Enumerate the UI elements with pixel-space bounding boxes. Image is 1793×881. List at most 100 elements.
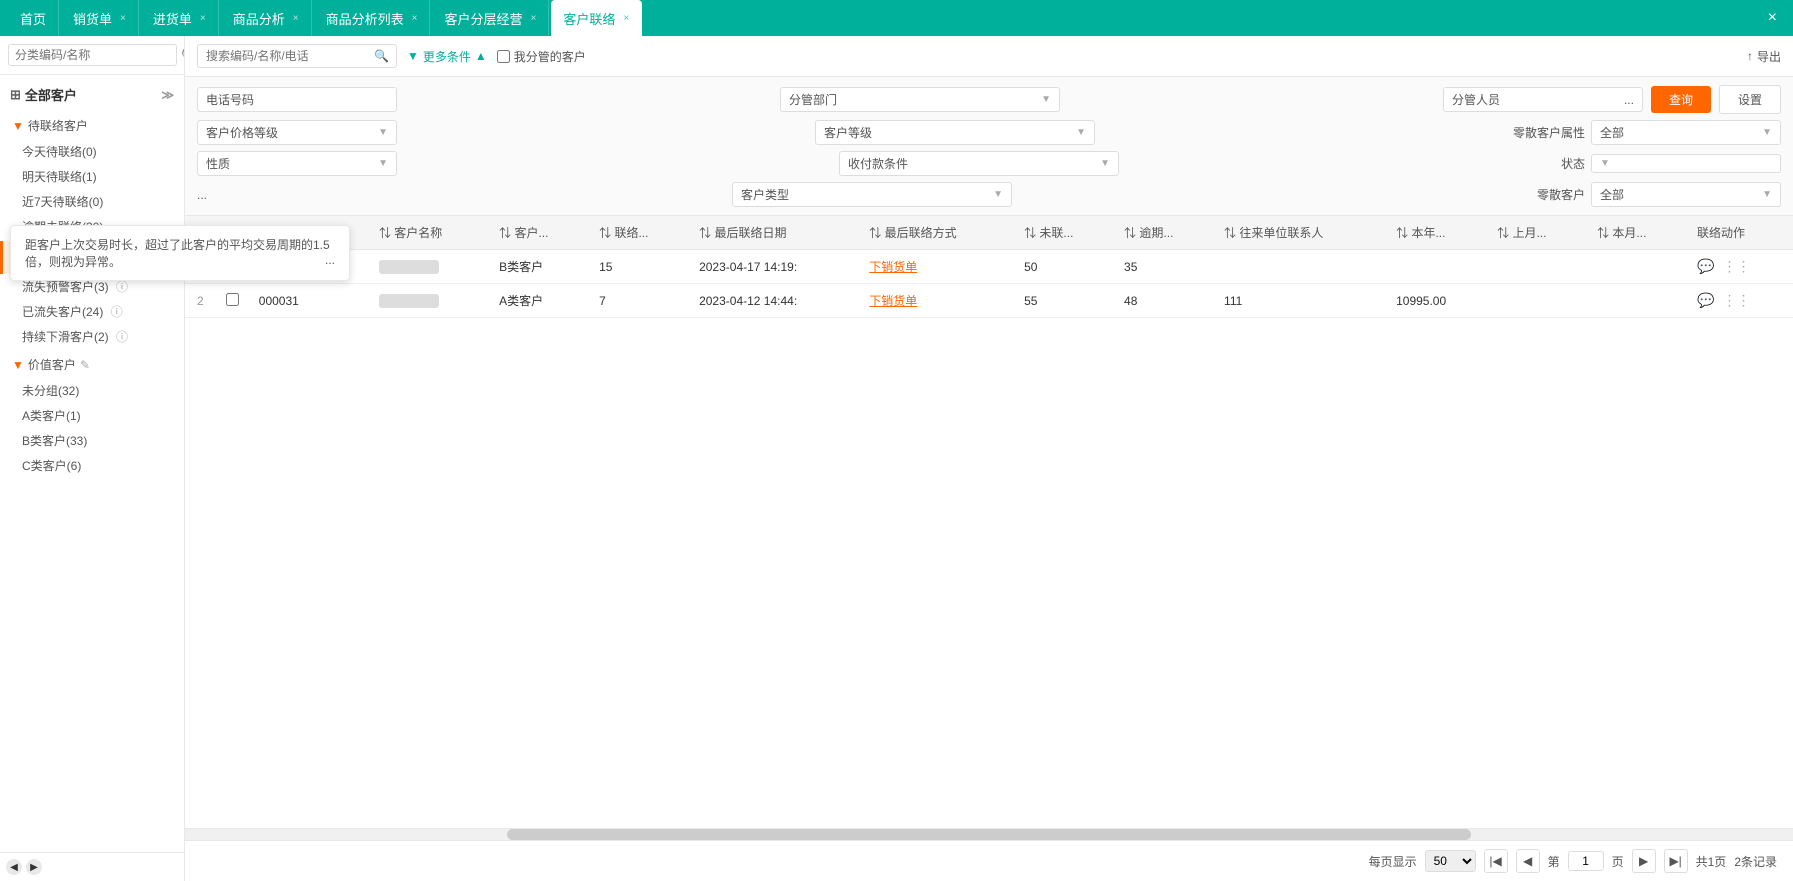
sidebar-item-b-class[interactable]: B类客户(33) — [0, 428, 184, 453]
sidebar-item-churned[interactable]: 已流失客户(24) ⓘ — [0, 299, 184, 324]
sidebar-item-a-class[interactable]: A类客户(1) — [0, 403, 184, 428]
table-row: 1 000039 B类客户 15 2023-04-17 14:19: 下销货单 … — [185, 250, 1793, 284]
tab-sales-order[interactable]: 销货单 × — [61, 0, 139, 36]
tooltip-close-icon[interactable]: ... — [325, 253, 335, 267]
ellipsis-button[interactable]: ... — [197, 188, 207, 202]
filter-row-1: 电话号码 分管部门 ▼ 分管人员 ... 查询 设置 — [197, 85, 1781, 114]
retail-customer-filter[interactable]: 全部 ▼ — [1591, 182, 1781, 207]
col-last-contact-method[interactable]: ⇅ 最后联络方式 — [859, 216, 1014, 250]
sidebar-search-input[interactable] — [8, 44, 177, 66]
my-customers-checkbox[interactable]: 我分管的客户 — [497, 48, 586, 65]
sort-icon: ⇅ — [379, 226, 391, 240]
contact-icon[interactable]: 💬 — [1697, 292, 1714, 309]
col-last-month[interactable]: ⇅ 上月... — [1487, 216, 1587, 250]
settings-button[interactable]: 设置 — [1719, 85, 1781, 114]
last-contact-date: 2023-04-12 14:44: — [689, 284, 859, 318]
horizontal-scrollbar[interactable] — [185, 828, 1793, 840]
col-not-contact[interactable]: ⇅ 未联... — [1014, 216, 1114, 250]
sidebar-expand-button[interactable]: ▶ — [26, 859, 42, 875]
all-customers-title[interactable]: ⊞ 全部客户 ≫ — [0, 79, 184, 110]
more-action-icon[interactable]: ⋮⋮ — [1722, 258, 1750, 275]
sidebar-item-7days-pending[interactable]: 近7天待联络(0) — [0, 189, 184, 214]
retail-attr-filter[interactable]: 全部 ▼ — [1591, 120, 1781, 145]
total-pages: 共1页 — [1696, 853, 1727, 870]
col-overdue[interactable]: ⇅ 逾期... — [1114, 216, 1214, 250]
sidebar-bottom: ◀ ▶ — [0, 852, 184, 881]
customer-type-filter[interactable]: 客户类型 ▼ — [732, 182, 1012, 207]
collapse-icon[interactable]: ≫ — [161, 88, 174, 102]
sort-icon: ⇅ — [1024, 226, 1036, 240]
my-customers-checkbox-input[interactable] — [497, 50, 510, 63]
col-this-month[interactable]: ⇅ 本月... — [1587, 216, 1687, 250]
sidebar-item-declining[interactable]: 持续下滑客户(2) ⓘ — [0, 324, 184, 349]
query-button[interactable]: 查询 — [1651, 86, 1711, 113]
tab-home[interactable]: 首页 — [8, 0, 59, 36]
phone-filter[interactable]: 电话号码 — [197, 87, 397, 112]
col-this-year[interactable]: ⇅ 本年... — [1386, 216, 1487, 250]
close-icon[interactable]: × — [530, 13, 536, 24]
sidebar-content: ⊞ 全部客户 ≫ ▼ 待联络客户 今天待联络(0) 明天待联络(1) 近7天待联… — [0, 75, 184, 852]
export-button[interactable]: ↑ 导出 — [1747, 48, 1781, 65]
prev-page-button[interactable]: ◀ — [1516, 849, 1540, 873]
chevron-down-icon: ▼ — [1762, 127, 1772, 138]
tab-product-analysis[interactable]: 商品分析 × — [221, 0, 312, 36]
last-page-button[interactable]: ▶| — [1664, 849, 1688, 873]
per-page-select[interactable]: 50 100 200 — [1425, 850, 1476, 872]
col-name[interactable]: ⇅ 客户名称 — [369, 216, 489, 250]
tab-product-analysis-list[interactable]: 商品分析列表 × — [314, 0, 431, 36]
action-cell: 💬 ⋮⋮ — [1687, 284, 1793, 318]
customer-name — [369, 250, 489, 284]
col-last-contact-date[interactable]: ⇅ 最后联络日期 — [689, 216, 859, 250]
close-icon[interactable]: × — [120, 13, 126, 24]
customer-grade-filter[interactable]: 客户等级 ▼ — [815, 120, 1095, 145]
status-filter[interactable]: ▼ — [1591, 154, 1781, 173]
gender-filter[interactable]: 性质 ▼ — [197, 151, 397, 176]
row-checkbox-cell[interactable] — [216, 284, 249, 318]
col-class[interactable]: ⇅ 客户... — [489, 216, 589, 250]
person-filter[interactable]: 分管人员 ... — [1443, 87, 1643, 112]
sidebar-search-bar: 🔍 — [0, 36, 184, 75]
sidebar-group-pending-title[interactable]: ▼ 待联络客户 — [0, 112, 184, 139]
more-conditions-button[interactable]: ▼ 更多条件 ▲ — [407, 48, 487, 65]
table-header-row: ⚙ ⇅ 客户编码 ⇅ 客户名称 ⇅ 客户... — [185, 216, 1793, 250]
payment-filter[interactable]: 收付款条件 ▼ — [839, 151, 1119, 176]
col-contact-count[interactable]: ⇅ 联络... — [589, 216, 689, 250]
sidebar-item-c-class[interactable]: C类客户(6) — [0, 453, 184, 478]
last-contact-method[interactable]: 下销货单 — [859, 284, 1014, 318]
sidebar-group-value-title[interactable]: ▼ 价值客户 ✎ — [0, 351, 184, 378]
close-icon[interactable]: × — [623, 13, 629, 24]
search-input[interactable] — [197, 44, 397, 68]
sidebar-toggle-button[interactable]: ◀ — [6, 859, 22, 875]
edit-icon[interactable]: ✎ — [80, 358, 90, 372]
first-page-button[interactable]: |◀ — [1484, 849, 1508, 873]
tab-purchase-order[interactable]: 进货单 × — [141, 0, 219, 36]
grid-icon: ⊞ — [10, 87, 21, 103]
customer-name — [369, 284, 489, 318]
last-month — [1487, 250, 1587, 284]
sidebar-item-today-pending[interactable]: 今天待联络(0) — [0, 139, 184, 164]
last-month — [1487, 284, 1587, 318]
price-grade-filter[interactable]: 客户价格等级 ▼ — [197, 120, 397, 145]
close-all-tabs-button[interactable]: × — [1760, 9, 1785, 27]
total-records: 2条记录 — [1734, 853, 1777, 870]
next-page-button[interactable]: ▶ — [1632, 849, 1656, 873]
col-historical-contact[interactable]: ⇅ 往来单位联系人 — [1214, 216, 1386, 250]
tab-customer-contact[interactable]: 客户联络 × — [551, 0, 642, 36]
close-icon[interactable]: × — [200, 13, 206, 24]
contact-icon[interactable]: 💬 — [1697, 258, 1714, 275]
filter-icon: ▼ — [407, 49, 419, 63]
search-icon[interactable]: 🔍 — [374, 49, 389, 63]
page-number-input[interactable] — [1568, 851, 1604, 871]
sidebar-item-unclassified[interactable]: 未分组(32) — [0, 378, 184, 403]
tab-customer-segment[interactable]: 客户分层经营 × — [432, 0, 549, 36]
dept-filter[interactable]: 分管部门 ▼ — [780, 87, 1060, 112]
close-icon[interactable]: × — [293, 13, 299, 24]
overdue: 48 — [1114, 284, 1214, 318]
chevron-down-icon: ▼ — [1041, 94, 1051, 105]
sidebar-item-tomorrow-pending[interactable]: 明天待联络(1) — [0, 164, 184, 189]
more-action-icon[interactable]: ⋮⋮ — [1722, 292, 1750, 309]
customer-table: ⚙ ⇅ 客户编码 ⇅ 客户名称 ⇅ 客户... — [185, 216, 1793, 318]
last-contact-method[interactable]: 下销货单 — [859, 250, 1014, 284]
chevron-down-icon: ▼ — [993, 189, 1003, 200]
close-icon[interactable]: × — [412, 13, 418, 24]
